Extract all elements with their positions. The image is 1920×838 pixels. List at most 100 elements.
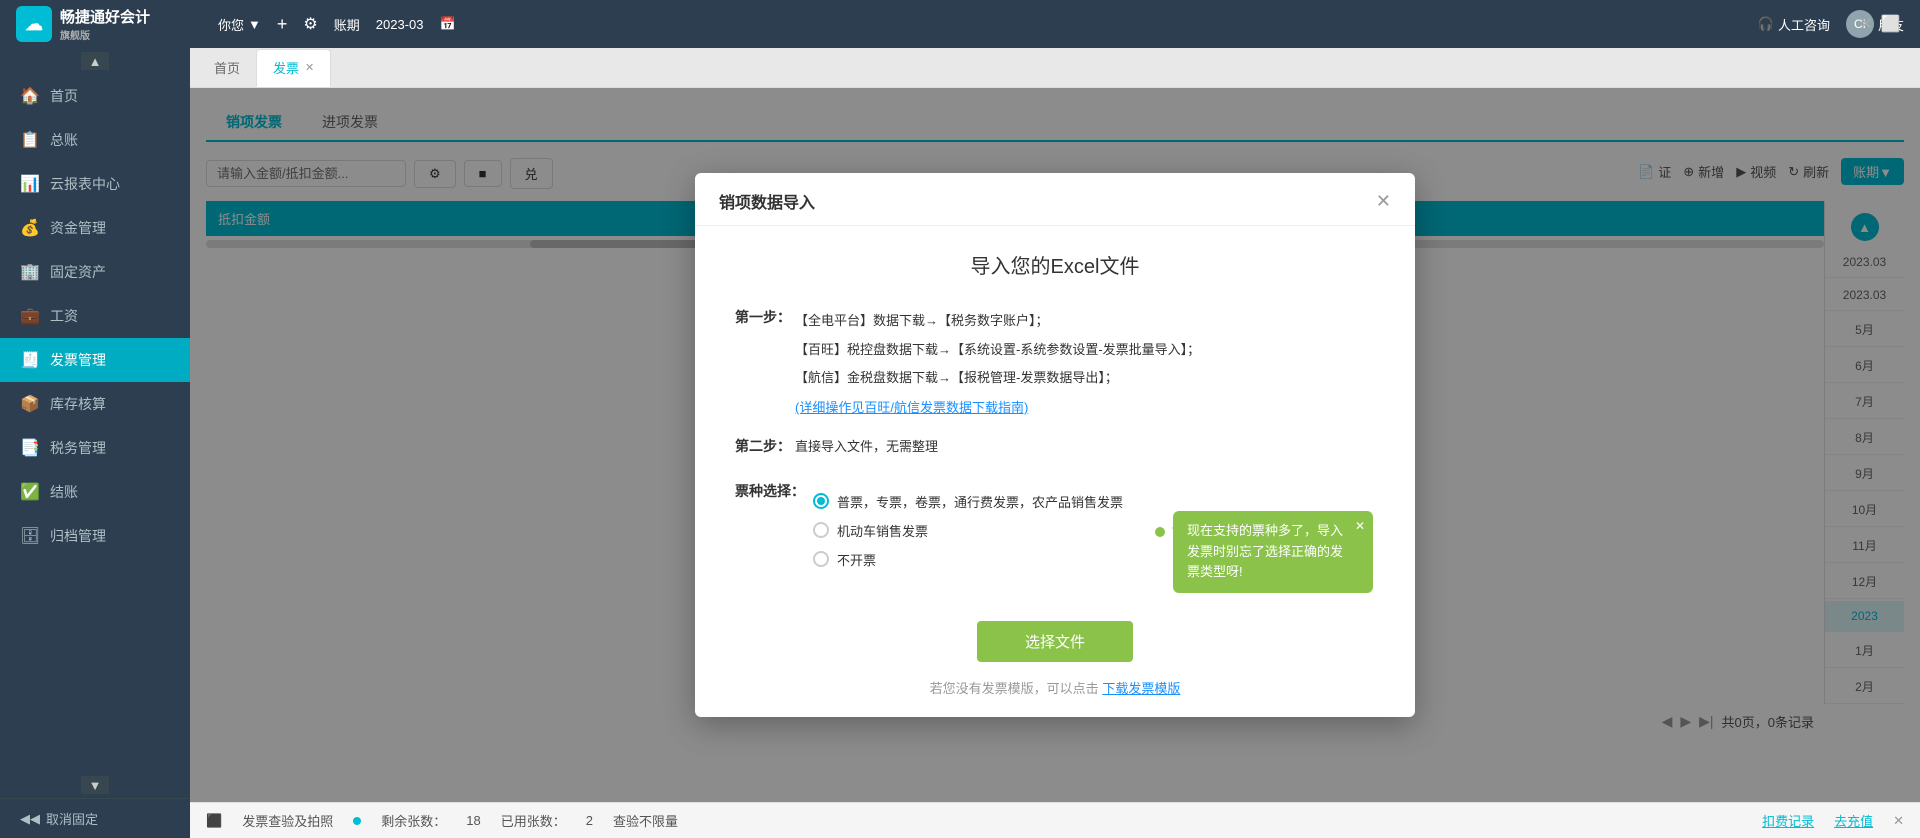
radio-normal-circle bbox=[813, 493, 829, 509]
bottom-value2: 18 bbox=[466, 813, 480, 828]
logo-icon: ☁ bbox=[16, 6, 52, 42]
tooltip-dot bbox=[1155, 527, 1165, 537]
sidebar-item-salary[interactable]: 💼 工资 bbox=[0, 294, 190, 338]
tax-icon: 📑 bbox=[20, 438, 40, 458]
tab-home-label: 首页 bbox=[214, 58, 240, 77]
sidebar-scroll-up[interactable]: ▲ bbox=[81, 52, 109, 70]
download-template-link[interactable]: 下载发票模版 bbox=[1102, 681, 1180, 696]
deduct-record-link[interactable]: 扣费记录 bbox=[1762, 811, 1814, 830]
ticket-section: 票种选择： 普票，专票，卷票，通行费发票，农产品销售发票 bbox=[735, 476, 1375, 593]
sidebar-item-label: 发票管理 bbox=[50, 350, 106, 370]
logo-sub: 旗舰版 bbox=[60, 27, 150, 42]
assets-icon: 🏢 bbox=[20, 262, 40, 282]
chevron-down-icon: ▼ bbox=[248, 17, 261, 32]
step1-label: 第一步： bbox=[735, 307, 791, 327]
tab-invoice-label: 发票 bbox=[273, 58, 299, 77]
sidebar-item-ledger[interactable]: 📋 总账 bbox=[0, 118, 190, 162]
modal-footer: 若您没有发票模版，可以点击 下载发票模版 bbox=[735, 678, 1375, 697]
top-bar: ☁ 畅捷通好会计 旗舰版 你您 ▼ + ⚙ 账期 2023-03 📅 🎧 人工咨… bbox=[0, 0, 1920, 48]
sidebar-item-label: 云报表中心 bbox=[50, 174, 120, 194]
step2-row: 第二步： 直接导入文件，无需整理 bbox=[735, 436, 1375, 456]
modal-close-btn[interactable]: ✕ bbox=[1376, 191, 1391, 212]
top-bar-center: 你您 ▼ + ⚙ 账期 2023-03 📅 bbox=[218, 14, 1746, 35]
bottom-close-btn[interactable]: ✕ bbox=[1893, 813, 1904, 829]
radio-normal-label: 普票，专票，卷票，通行费发票，农产品销售发票 bbox=[837, 492, 1123, 511]
add-icon[interactable]: + bbox=[277, 14, 288, 35]
settings-icon[interactable]: ⚙ bbox=[303, 14, 317, 34]
recharge-link[interactable]: 去充值 bbox=[1834, 811, 1873, 830]
tooltip-container: 现在支持的票种多了，导入发票时别忘了选择正确的发票类型呀! ✕ bbox=[1173, 511, 1373, 593]
sidebar-item-assets[interactable]: 🏢 固定资产 bbox=[0, 250, 190, 294]
step1-content: 【全电平台】数据下载→【税务数字账户】； 【百旺】税控盘数据下载→【系统设置-系… bbox=[795, 307, 1200, 416]
bottom-bar: ⬛ 发票查验及拍照 剩余张数： 18 已用张数： 2 查验不限量 扣费记录 去充… bbox=[190, 802, 1920, 838]
invoice-icon: 🧾 bbox=[20, 350, 40, 370]
tooltip-close-btn[interactable]: ✕ bbox=[1355, 517, 1365, 536]
settle-icon: ✅ bbox=[20, 482, 40, 502]
tooltip-text: 现在支持的票种多了，导入发票时别忘了选择正确的发票类型呀! bbox=[1187, 523, 1343, 580]
headset-icon: 🎧 bbox=[1758, 16, 1774, 32]
footer-text: 若您没有发票模版，可以点击 bbox=[930, 681, 1099, 696]
user-name: 你您 bbox=[218, 15, 244, 34]
page-content: 销项发票 进项发票 ⚙ ■ 兑 bbox=[190, 88, 1920, 802]
sidebar-item-funds[interactable]: 💰 资金管理 bbox=[0, 206, 190, 250]
support-btn[interactable]: 🎧 人工咨询 bbox=[1758, 15, 1830, 34]
ticket-label: 票种选择： bbox=[735, 476, 805, 507]
sidebar-item-archive[interactable]: 🗄 归档管理 bbox=[0, 514, 190, 558]
download-guide-link[interactable]: (详细操作见百旺/航信发票数据下载指南) bbox=[795, 400, 1028, 415]
sidebar-item-inventory[interactable]: 📦 库存核算 bbox=[0, 382, 190, 426]
sidebar-item-home[interactable]: 🏠 首页 bbox=[0, 74, 190, 118]
radio-noticket[interactable]: 不开票 bbox=[813, 550, 1123, 569]
sidebar-item-invoice[interactable]: 🧾 发票管理 bbox=[0, 338, 190, 382]
modal-title: 销项数据导入 bbox=[719, 189, 815, 213]
radio-noticket-label: 不开票 bbox=[837, 550, 876, 569]
sidebar-item-label: 库存核算 bbox=[50, 394, 106, 414]
step2-label: 第二步： bbox=[735, 436, 791, 456]
inventory-icon: 📦 bbox=[20, 394, 40, 414]
radio-motor-label: 机动车销售发票 bbox=[837, 521, 928, 540]
sidebar-item-reports[interactable]: 📊 云报表中心 bbox=[0, 162, 190, 206]
modal-main-title: 导入您的Excel文件 bbox=[735, 250, 1375, 279]
period-label: 账期 bbox=[334, 15, 360, 34]
sidebar-item-label: 归档管理 bbox=[50, 526, 106, 546]
bottom-label2: 剩余张数： bbox=[381, 811, 446, 830]
sidebar-collapse-btn[interactable]: ◀◀ 取消固定 bbox=[0, 798, 190, 838]
sidebar-scroll: 🏠 首页 📋 总账 📊 云报表中心 💰 资金管理 🏢 固定资产 💼 工资 bbox=[0, 74, 190, 772]
tooltip-bubble: 现在支持的票种多了，导入发票时别忘了选择正确的发票类型呀! ✕ bbox=[1173, 511, 1373, 593]
bottom-invoice-icon: ⬛ bbox=[206, 813, 222, 829]
user-select[interactable]: 你您 ▼ bbox=[218, 15, 261, 34]
sidebar-item-label: 首页 bbox=[50, 86, 78, 106]
sidebar-item-settle[interactable]: ✅ 结账 bbox=[0, 470, 190, 514]
period-value: 2023-03 bbox=[376, 17, 424, 32]
radio-group: 普票，专票，卷票，通行费发票，农产品销售发票 机动车销售发票 bbox=[813, 492, 1123, 569]
import-modal: 销项数据导入 ✕ 导入您的Excel文件 第一步： 【全电平台】数据下载→【税务… bbox=[695, 173, 1415, 717]
calendar-icon[interactable]: 📅 bbox=[439, 16, 455, 32]
step1-link[interactable]: (详细操作见百旺/航信发票数据下载指南) bbox=[795, 397, 1200, 416]
radio-motor[interactable]: 机动车销售发票 现在支持的票种多了，导入发票时别忘了选择正确的发票类型呀! ✕ bbox=[813, 521, 1123, 540]
select-file-btn[interactable]: 选择文件 bbox=[977, 621, 1133, 662]
window-controls: ✕ ⬜ bbox=[1840, 0, 1920, 48]
sidebar-item-tax[interactable]: 📑 税务管理 bbox=[0, 426, 190, 470]
step1-section: 第一步： 【全电平台】数据下载→【税务数字账户】； 【百旺】税控盘数据下载→【系… bbox=[735, 307, 1375, 416]
tab-close-icon[interactable]: ✕ bbox=[305, 61, 314, 74]
bottom-label4: 查验不限量 bbox=[613, 811, 678, 830]
modal-overlay: 销项数据导入 ✕ 导入您的Excel文件 第一步： 【全电平台】数据下载→【税务… bbox=[190, 88, 1920, 802]
bottom-value3: 2 bbox=[586, 813, 593, 828]
step2-text: 直接导入文件，无需整理 bbox=[795, 436, 938, 455]
window-maximize-btn[interactable]: ⬜ bbox=[1881, 14, 1901, 34]
bottom-label3: 已用张数： bbox=[501, 811, 566, 830]
radio-motor-circle bbox=[813, 522, 829, 538]
main-layout: ▲ 🏠 首页 📋 总账 📊 云报表中心 💰 资金管理 🏢 固定资产 bbox=[0, 48, 1920, 838]
window-close-btn[interactable]: ✕ bbox=[1859, 14, 1872, 34]
ledger-icon: 📋 bbox=[20, 130, 40, 150]
sidebar-scroll-down[interactable]: ▼ bbox=[81, 776, 109, 794]
modal-header: 销项数据导入 ✕ bbox=[695, 173, 1415, 226]
step1-line1: 【全电平台】数据下载→【税务数字账户】； bbox=[795, 307, 1200, 336]
cloud-icon: ☁ bbox=[25, 14, 43, 35]
sidebar: ▲ 🏠 首页 📋 总账 📊 云报表中心 💰 资金管理 🏢 固定资产 bbox=[0, 48, 190, 838]
radio-normal[interactable]: 普票，专票，卷票，通行费发票，农产品销售发票 bbox=[813, 492, 1123, 511]
sidebar-item-label: 结账 bbox=[50, 482, 78, 502]
funds-icon: 💰 bbox=[20, 218, 40, 238]
tab-home[interactable]: 首页 bbox=[198, 49, 256, 87]
bottom-label1: 发票查验及拍照 bbox=[242, 811, 333, 830]
tab-invoice[interactable]: 发票 ✕ bbox=[256, 49, 331, 87]
